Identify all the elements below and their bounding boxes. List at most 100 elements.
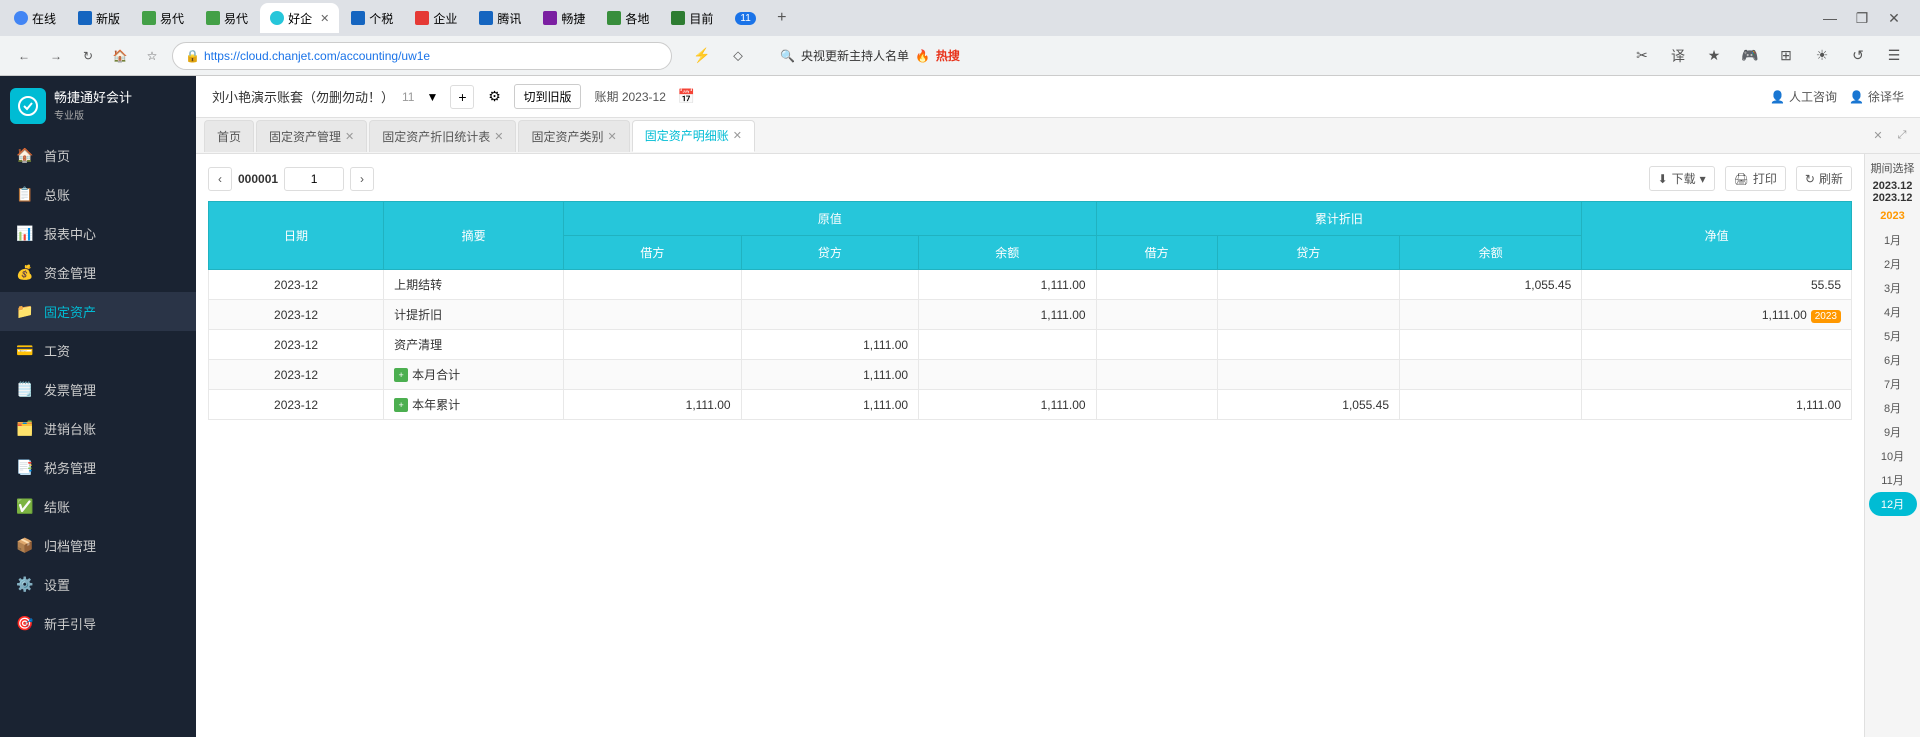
period-month-item[interactable]: 4月 [1869,300,1917,324]
tab-close-asset-category[interactable]: ✕ [608,130,617,143]
table-row: 2023-12资产清理1,111.00 [209,330,1852,360]
period-year[interactable]: 2023 [1869,204,1917,228]
account-name: 刘小艳演示账套（勿删勿动！） [212,87,394,106]
tab-label: 好企 [288,10,312,27]
table-cell [741,270,918,300]
tab-close-depreciation-stat[interactable]: ✕ [494,130,503,143]
window-close-button[interactable]: ✕ [1880,4,1908,32]
table-cell [919,360,1096,390]
sidebar-item-archive[interactable]: 📦 归档管理 [0,526,196,565]
help-button[interactable]: 👤 人工咨询 [1770,88,1837,105]
sidebar-item-ledger[interactable]: 📋 总账 [0,175,196,214]
sidebar-item-invoice[interactable]: 🗒️ 发票管理 [0,370,196,409]
browser-tab-muqian[interactable]: 目前 [661,3,723,33]
period-month-item[interactable]: 12月 [1869,492,1917,516]
window-restore-button[interactable]: ❐ [1848,4,1876,32]
switch-version-button[interactable]: 切到旧版 [514,84,580,109]
bookmark-button[interactable]: ☆ [140,44,164,68]
tab-close-icon[interactable]: ✕ [320,12,329,25]
tab-label: 易代 [160,10,184,27]
address-input[interactable]: 🔒 https://cloud.chanjet.com/accounting/u… [172,42,672,70]
period-month-item[interactable]: 3月 [1869,276,1917,300]
sidebar-item-settings[interactable]: ⚙️ 设置 [0,565,196,604]
table-cell: 1,055.45 [1217,390,1399,420]
user-info[interactable]: 👤 徐译华 [1849,88,1904,105]
period-month-item[interactable]: 10月 [1869,444,1917,468]
table-cell [1400,300,1582,330]
sidebar-label-close: 结账 [44,497,70,516]
table-cell: 计提折旧 [384,300,564,330]
brightness-icon[interactable]: ☀ [1808,42,1836,70]
period-month-item[interactable]: 7月 [1869,372,1917,396]
scissors-icon[interactable]: ✂ [1628,42,1656,70]
browser-tab-active[interactable]: 好企 ✕ [260,3,339,33]
table-cell [1096,390,1217,420]
new-tab-button[interactable]: + [768,4,796,32]
page-input-field[interactable] [284,167,344,191]
tab-close-fixed-assets-mgmt[interactable]: ✕ [345,130,354,143]
period-month-item[interactable]: 2月 [1869,252,1917,276]
fund-icon: 💰 [16,264,34,282]
browser-tab-yidai1[interactable]: 易代 [132,3,194,33]
window-minimize-button[interactable]: — [1816,4,1844,32]
sub-header-credit2: 贷方 [1217,236,1399,270]
forward-button[interactable]: → [44,44,68,68]
game-icon[interactable]: 🎮 [1736,42,1764,70]
extensions-button[interactable]: ⚡ [688,42,716,70]
grid-icon[interactable]: ⊞ [1772,42,1800,70]
reload-button[interactable]: ↻ [76,44,100,68]
sidebar-item-fixed-assets[interactable]: 📁 固定资产 [0,292,196,331]
star-icon[interactable]: ★ [1700,42,1728,70]
close-all-tabs-button[interactable]: ✕ [1868,126,1888,146]
browser-tab-new[interactable]: 新版 [68,3,130,33]
tab-home[interactable]: 首页 [204,120,254,152]
cast-button[interactable]: ⬦ [724,42,752,70]
browser-tab-yidai2[interactable]: 易代 [196,3,258,33]
sidebar-item-purchase[interactable]: 🗂️ 进销台账 [0,409,196,448]
tab-depreciation-stat[interactable]: 固定资产折旧统计表 ✕ [369,120,516,152]
browser-tab-gedi[interactable]: 各地 [597,3,659,33]
tab-asset-detail[interactable]: 固定资产明细账 ✕ [632,120,755,152]
col-header-date: 日期 [209,202,384,270]
maximize-button[interactable]: ⤢ [1892,126,1912,146]
dropdown-icon[interactable]: ▼ [422,87,442,107]
tab-close-asset-detail[interactable]: ✕ [733,129,742,142]
menu-icon[interactable]: ☰ [1880,42,1908,70]
undo-icon[interactable]: ↺ [1844,42,1872,70]
browser-tab-changjie[interactable]: 畅捷 [533,3,595,33]
period-month-item[interactable]: 11月 [1869,468,1917,492]
table-cell: 1,111.00 [741,330,918,360]
translate-icon[interactable]: 译 [1664,42,1692,70]
refresh-button[interactable]: ↻ 刷新 [1796,166,1852,191]
page-tabs-bar: 首页 固定资产管理 ✕ 固定资产折旧统计表 ✕ 固定资产类别 ✕ 固定资产明细账… [196,118,1920,154]
tab-label: 个税 [369,10,393,27]
print-button[interactable]: 🖨 打印 [1725,166,1786,191]
home-button[interactable]: 🏠 [108,44,132,68]
period-month-item[interactable]: 1月 [1869,228,1917,252]
calendar-icon[interactable]: 📅 [678,88,695,105]
sidebar-item-close[interactable]: ✅ 结账 [0,487,196,526]
settings-account-button[interactable]: ⚙ [482,85,506,109]
next-page-button[interactable]: › [350,167,374,191]
browser-tab-geshui[interactable]: 个税 [341,3,403,33]
sidebar-item-tax[interactable]: 📑 税务管理 [0,448,196,487]
period-month-item[interactable]: 8月 [1869,396,1917,420]
period-month-item[interactable]: 6月 [1869,348,1917,372]
sidebar-item-home[interactable]: 🏠 首页 [0,136,196,175]
period-month-item[interactable]: 5月 [1869,324,1917,348]
sidebar-item-salary[interactable]: 💳 工资 [0,331,196,370]
add-account-button[interactable]: + [450,85,474,109]
browser-tab-online[interactable]: 在线 [4,3,66,33]
sidebar-item-guide[interactable]: 🎯 新手引导 [0,604,196,643]
browser-tab-enterprise[interactable]: 企业 [405,3,467,33]
browser-tab-count[interactable]: 11 [725,3,765,33]
download-button[interactable]: ⬇ 下载 ▾ [1649,166,1715,191]
tab-fixed-assets-mgmt[interactable]: 固定资产管理 ✕ [256,120,367,152]
sidebar-item-report[interactable]: 📊 报表中心 [0,214,196,253]
tab-asset-category[interactable]: 固定资产类别 ✕ [518,120,629,152]
prev-page-button[interactable]: ‹ [208,167,232,191]
back-button[interactable]: ← [12,44,36,68]
sidebar-item-fund[interactable]: 💰 资金管理 [0,253,196,292]
browser-tab-tencent[interactable]: 腾讯 [469,3,531,33]
period-month-item[interactable]: 9月 [1869,420,1917,444]
